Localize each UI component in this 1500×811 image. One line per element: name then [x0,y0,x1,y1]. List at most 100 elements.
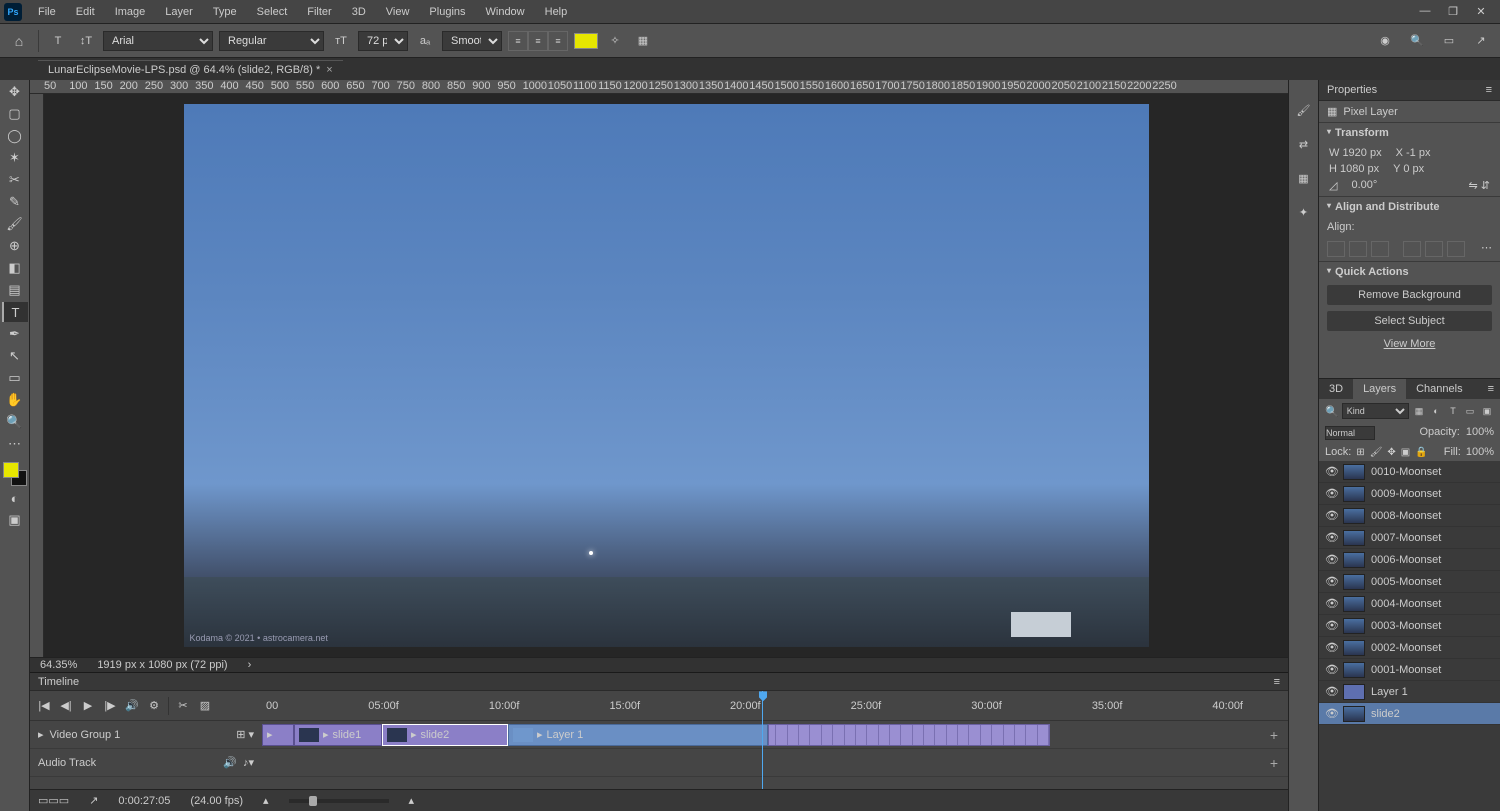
visibility-icon[interactable]: 👁 [1325,685,1337,698]
add-media-icon[interactable]: + [1266,727,1282,743]
align-section[interactable]: Align and Distribute [1319,196,1500,217]
transition-icon[interactable]: ▨ [197,698,213,714]
remove-bg-button[interactable]: Remove Background [1327,285,1492,305]
layer-row[interactable]: 👁0002-Moonset [1319,637,1500,659]
filter-pixel-icon[interactable]: ▦ [1412,404,1426,418]
visibility-icon[interactable]: 👁 [1325,707,1337,720]
audio-mute-icon[interactable]: 🔊 [223,756,237,769]
visibility-icon[interactable]: 👁 [1325,509,1337,522]
cloud-docs-icon[interactable]: ◉ [1374,30,1396,52]
character-panel-icon[interactable]: ▦ [632,30,654,52]
font-size-select[interactable]: 72 pt [358,31,408,51]
screenmode-icon[interactable]: ▣ [2,510,28,530]
playhead[interactable] [762,691,763,789]
menu-image[interactable]: Image [105,2,156,22]
status-arrow-icon[interactable]: › [248,659,252,671]
panel-menu-icon[interactable]: ≡ [1274,676,1280,688]
layer-row[interactable]: 👁0001-Moonset [1319,659,1500,681]
antialias-select[interactable]: Smooth [442,31,502,51]
layer-row[interactable]: 👁0004-Moonset [1319,593,1500,615]
layer-row[interactable]: 👁slide2 [1319,703,1500,725]
align-right-icon[interactable]: ≡ [548,31,568,51]
type-tool-icon[interactable]: T [2,302,28,322]
layer-row[interactable]: 👁0003-Moonset [1319,615,1500,637]
align-center-icon[interactable]: ≡ [528,31,548,51]
color-swatches[interactable] [3,462,27,486]
filmstrip-icon[interactable]: ⊞ ▾ [236,728,254,741]
align-left-btn[interactable] [1327,241,1345,257]
more-tools-icon[interactable]: ⋯ [2,434,28,454]
adjustments-panel-icon[interactable]: ⇄ [1294,134,1314,154]
filter-shape-icon[interactable]: ▭ [1463,404,1477,418]
menu-file[interactable]: File [28,2,66,22]
zoom-level[interactable]: 64.35% [40,659,77,671]
timeline-zoom-slider[interactable] [289,799,389,803]
convert-icon[interactable]: ↗ [89,794,98,807]
home-icon[interactable]: ⌂ [8,30,30,52]
view-more-link[interactable]: View More [1319,334,1500,354]
clip-slide1[interactable]: ▸slide1 [294,724,382,746]
menu-type[interactable]: Type [203,2,247,22]
eraser-tool-icon[interactable]: ◧ [2,258,28,278]
select-subject-button[interactable]: Select Subject [1327,311,1492,331]
lock-pos-icon[interactable]: ✥ [1387,447,1395,458]
settings-icon[interactable]: ⚙ [146,698,162,714]
text-orientation-icon[interactable]: ↕T [75,30,97,52]
libraries-panel-icon[interactable]: ▦ [1294,168,1314,188]
menu-select[interactable]: Select [247,2,298,22]
align-hcenter-btn[interactable] [1349,241,1367,257]
wand-tool-icon[interactable]: ✶ [2,148,28,168]
workspace-icon[interactable]: ▭ [1438,30,1460,52]
mute-icon[interactable]: 🔊 [124,698,140,714]
menu-view[interactable]: View [376,2,420,22]
brush-tool-icon[interactable]: 🖌 [2,214,28,234]
visibility-icon[interactable]: 👁 [1325,641,1337,654]
menu-edit[interactable]: Edit [66,2,105,22]
align-top-btn[interactable] [1403,241,1421,257]
clip-slide2[interactable]: ▸slide2 [382,724,508,746]
align-vcenter-btn[interactable] [1425,241,1443,257]
panel-menu-icon[interactable]: ≡ [1482,379,1500,399]
close-tab-icon[interactable]: × [326,64,332,76]
add-audio-icon[interactable]: + [1266,755,1282,771]
menu-window[interactable]: Window [476,2,535,22]
zoom-in-icon[interactable]: ▴ [409,794,415,807]
menu-help[interactable]: Help [535,2,578,22]
ruler-vertical[interactable] [30,94,44,657]
visibility-icon[interactable]: 👁 [1325,553,1337,566]
hand-tool-icon[interactable]: ✋ [2,390,28,410]
visibility-icon[interactable]: 👁 [1325,575,1337,588]
video-group-row[interactable]: ▸ Video Group 1 ⊞ ▾ [30,721,262,749]
brush-panel-icon[interactable]: 🖌 [1294,100,1314,120]
transform-section[interactable]: Transform [1319,122,1500,143]
align-right-btn[interactable] [1371,241,1389,257]
path-tool-icon[interactable]: ↖ [2,346,28,366]
next-frame-icon[interactable]: |▶ [102,698,118,714]
split-icon[interactable]: ✂ [175,698,191,714]
menu-plugins[interactable]: Plugins [419,2,475,22]
align-bottom-btn[interactable] [1447,241,1465,257]
visibility-icon[interactable]: 👁 [1325,465,1337,478]
window-close-icon[interactable]: ✕ [1472,5,1490,18]
menu-3d[interactable]: 3D [342,2,376,22]
visibility-icon[interactable]: 👁 [1325,531,1337,544]
layer-row[interactable]: 👁0006-Moonset [1319,549,1500,571]
frames-icon[interactable]: ▭▭▭ [38,794,69,807]
shape-tool-icon[interactable]: ▭ [2,368,28,388]
ruler-horizontal[interactable]: 5010015020025030035040045050055060065070… [30,80,1288,94]
font-style-select[interactable]: Regular [219,31,324,51]
align-left-icon[interactable]: ≡ [508,31,528,51]
menu-filter[interactable]: Filter [297,2,341,22]
layer-row[interactable]: 👁0009-Moonset [1319,483,1500,505]
play-icon[interactable]: ▶ [80,698,96,714]
marquee-tool-icon[interactable]: ▢ [2,104,28,124]
layer-row[interactable]: 👁0005-Moonset [1319,571,1500,593]
menu-layer[interactable]: Layer [155,2,203,22]
timeline-ruler[interactable]: 0005:00f10:00f15:00f20:00f25:00f30:00f35… [262,691,1288,721]
search-icon[interactable]: 🔍 [1325,405,1339,418]
move-tool-icon[interactable]: ✥ [2,82,28,102]
type-tool-icon[interactable]: T [47,30,69,52]
audio-clips-row[interactable]: + [262,749,1288,777]
clip-sequence[interactable] [768,724,1050,746]
tab-3d[interactable]: 3D [1319,379,1353,399]
